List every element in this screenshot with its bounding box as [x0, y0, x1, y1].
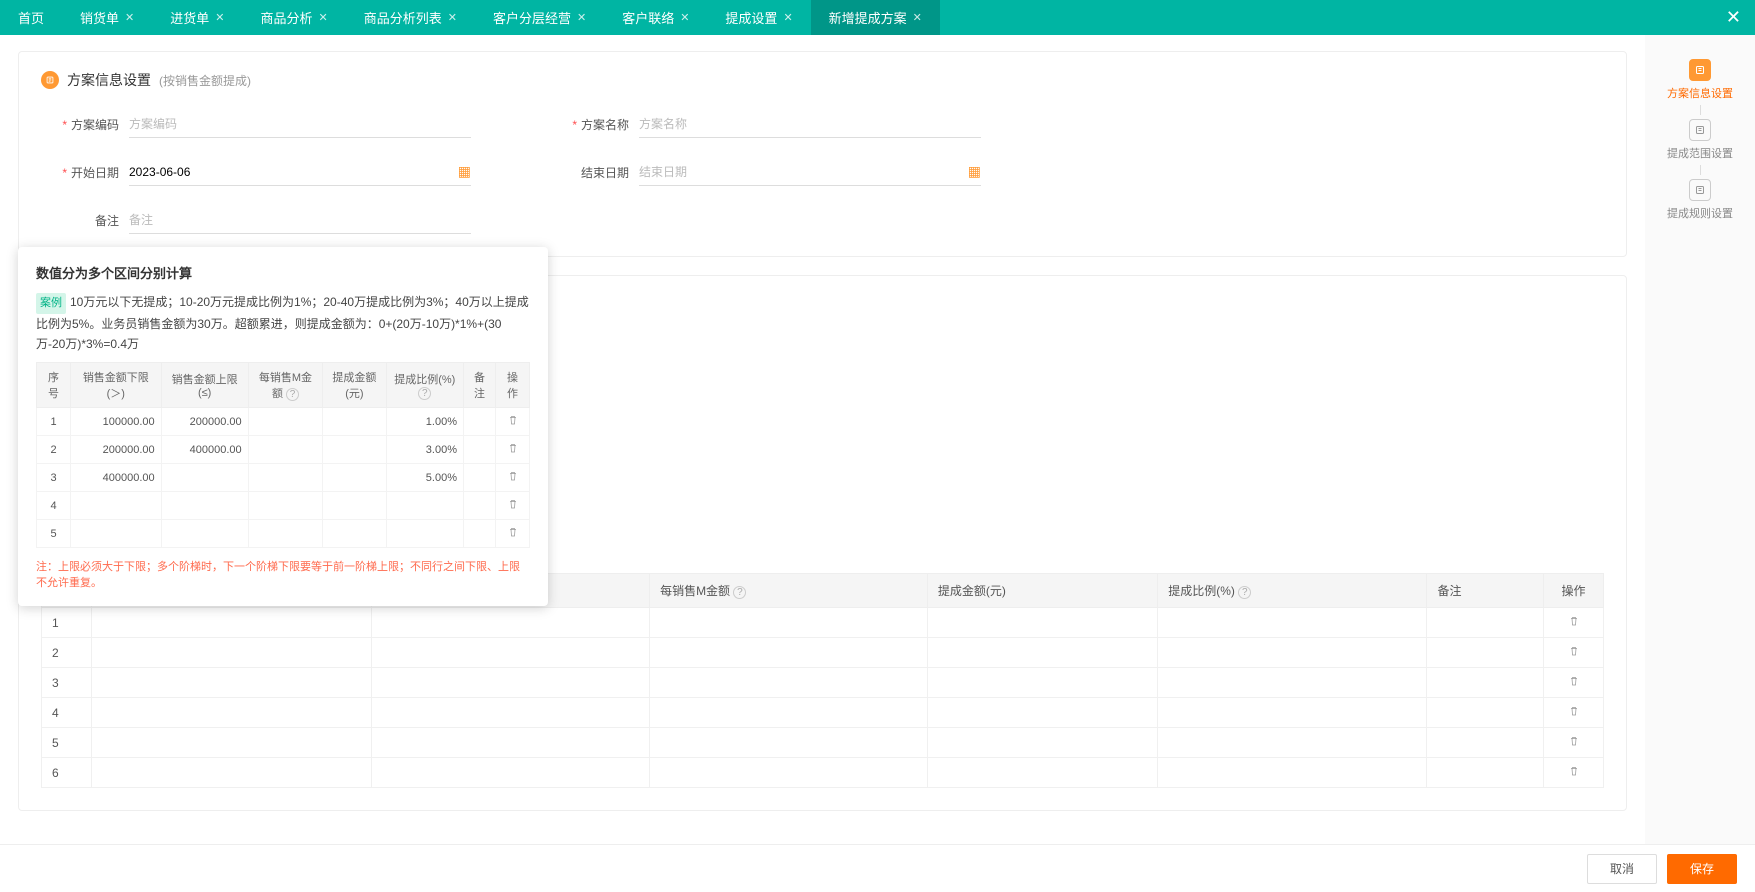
tab-close-icon[interactable]: ✕ — [680, 11, 689, 24]
popup-table: 序号销售金额下限 (＞)销售金额上限 (≤)每销售M金额 ?提成金额(元)提成比… — [36, 362, 530, 548]
example-tag: 案例 — [36, 293, 66, 314]
popup-row: 1100000.00200000.001.00% — [37, 408, 530, 436]
start-date-input[interactable] — [129, 165, 458, 179]
tab-bar: 首页销货单✕进货单✕商品分析✕商品分析列表✕客户分层经营✕客户联络✕提成设置✕新… — [0, 0, 1755, 35]
name-label: 方案名称 — [551, 116, 629, 133]
popup-row: 3400000.005.00% — [37, 464, 530, 492]
table-row[interactable]: 2 — [42, 638, 1604, 668]
section-header: 方案信息设置 (按销售金额提成) — [41, 70, 1604, 90]
popup-th: 序号 — [37, 363, 71, 408]
bottom-bar: 取消 保存 — [0, 844, 1755, 892]
plan-info-panel: 方案信息设置 (按销售金额提成) 方案编码 方案名称 开始日期 ▦ — [18, 51, 1627, 257]
remark-input[interactable] — [129, 213, 471, 227]
popup-row: 2200000.00400000.003.00% — [37, 436, 530, 464]
close-all-icon[interactable]: ✕ — [1712, 0, 1755, 35]
code-input[interactable] — [129, 117, 471, 131]
section-icon — [41, 71, 59, 89]
delete-icon[interactable] — [496, 492, 530, 520]
save-button[interactable]: 保存 — [1667, 854, 1737, 884]
tab-close-icon[interactable]: ✕ — [215, 11, 224, 24]
table-row[interactable]: 1 — [42, 608, 1604, 638]
tab-进货单[interactable]: 进货单✕ — [152, 0, 242, 35]
section-title: 方案信息设置 — [67, 70, 151, 90]
delete-row-icon[interactable] — [1544, 608, 1604, 638]
popup-note: 注：上限必须大于下限；多个阶梯时，下一个阶梯下限要等于前一阶梯上限；不同行之间下… — [36, 558, 530, 590]
popup-th: 销售金额下限 (＞) — [71, 363, 162, 408]
delete-icon[interactable] — [496, 520, 530, 548]
delete-icon[interactable] — [496, 408, 530, 436]
tab-close-icon[interactable]: ✕ — [577, 11, 586, 24]
popup-th: 备注 — [464, 363, 496, 408]
side-nav: 方案信息设置 提成范围设置 提成规则设置 — [1645, 35, 1755, 892]
section-note: (按销售金额提成) — [159, 72, 251, 89]
start-date-label: 开始日期 — [41, 164, 119, 181]
popup-row: 4 — [37, 492, 530, 520]
tab-商品分析列表[interactable]: 商品分析列表✕ — [346, 0, 475, 35]
tab-close-icon[interactable]: ✕ — [783, 11, 792, 24]
main-th: 提成金额(元) — [927, 574, 1157, 608]
name-input[interactable] — [639, 117, 981, 131]
main-th: 每销售M金额 ? — [650, 574, 928, 608]
tab-商品分析[interactable]: 商品分析✕ — [242, 0, 345, 35]
tab-客户联络[interactable]: 客户联络✕ — [604, 0, 707, 35]
popup-th: 操作 — [496, 363, 530, 408]
tab-首页[interactable]: 首页 — [0, 0, 62, 35]
code-label: 方案编码 — [41, 116, 119, 133]
delete-row-icon[interactable] — [1544, 638, 1604, 668]
table-row[interactable]: 4 — [42, 698, 1604, 728]
table-row[interactable]: 3 — [42, 668, 1604, 698]
delete-row-icon[interactable] — [1544, 728, 1604, 758]
sidenav-scope[interactable]: 提成范围设置 — [1667, 119, 1733, 161]
popup-desc: 案例10万元以下无提成；10-20万元提成比例为1%；20-40万提成比例为3%… — [36, 292, 530, 354]
delete-row-icon[interactable] — [1544, 698, 1604, 728]
tab-close-icon[interactable]: ✕ — [448, 11, 457, 24]
calendar-icon[interactable]: ▦ — [458, 163, 471, 180]
end-date-label: 结束日期 — [551, 164, 629, 181]
popup-th: 销售金额上限 (≤) — [161, 363, 248, 408]
sidenav-rule[interactable]: 提成规则设置 — [1667, 179, 1733, 221]
tab-销货单[interactable]: 销货单✕ — [62, 0, 152, 35]
main-th: 操作 — [1544, 574, 1604, 608]
popup-title: 数值分为多个区间分别计算 — [36, 263, 530, 282]
tab-close-icon[interactable]: ✕ — [913, 11, 922, 24]
tab-close-icon[interactable]: ✕ — [319, 11, 328, 24]
delete-row-icon[interactable] — [1544, 668, 1604, 698]
main-th: 提成比例(%) ? — [1158, 574, 1427, 608]
form-grid: 方案编码 方案名称 开始日期 ▦ 结束日期 — [41, 110, 981, 234]
table-row[interactable]: 6 — [42, 758, 1604, 788]
tab-新增提成方案[interactable]: 新增提成方案✕ — [811, 0, 940, 35]
sidenav-plan-info[interactable]: 方案信息设置 — [1667, 59, 1733, 101]
table-row[interactable]: 5 — [42, 728, 1604, 758]
calendar-icon[interactable]: ▦ — [968, 163, 981, 180]
delete-icon[interactable] — [496, 464, 530, 492]
popup-th: 每销售M金额 ? — [248, 363, 323, 408]
delete-icon[interactable] — [496, 436, 530, 464]
remark-label: 备注 — [41, 212, 119, 229]
popup-row: 5 — [37, 520, 530, 548]
tab-提成设置[interactable]: 提成设置✕ — [707, 0, 810, 35]
page-wrapper: 方案信息设置 (按销售金额提成) 方案编码 方案名称 开始日期 ▦ — [0, 35, 1755, 892]
delete-row-icon[interactable] — [1544, 758, 1604, 788]
tab-客户分层经营[interactable]: 客户分层经营✕ — [475, 0, 604, 35]
end-date-input[interactable] — [639, 165, 968, 179]
tooltip-popup: 数值分为多个区间分别计算 案例10万元以下无提成；10-20万元提成比例为1%；… — [18, 247, 548, 606]
main-th: 备注 — [1427, 574, 1544, 608]
popup-th: 提成金额(元) — [323, 363, 386, 408]
tab-close-icon[interactable]: ✕ — [125, 11, 134, 24]
popup-th: 提成比例(%) ? — [386, 363, 463, 408]
cancel-button[interactable]: 取消 — [1587, 854, 1657, 884]
